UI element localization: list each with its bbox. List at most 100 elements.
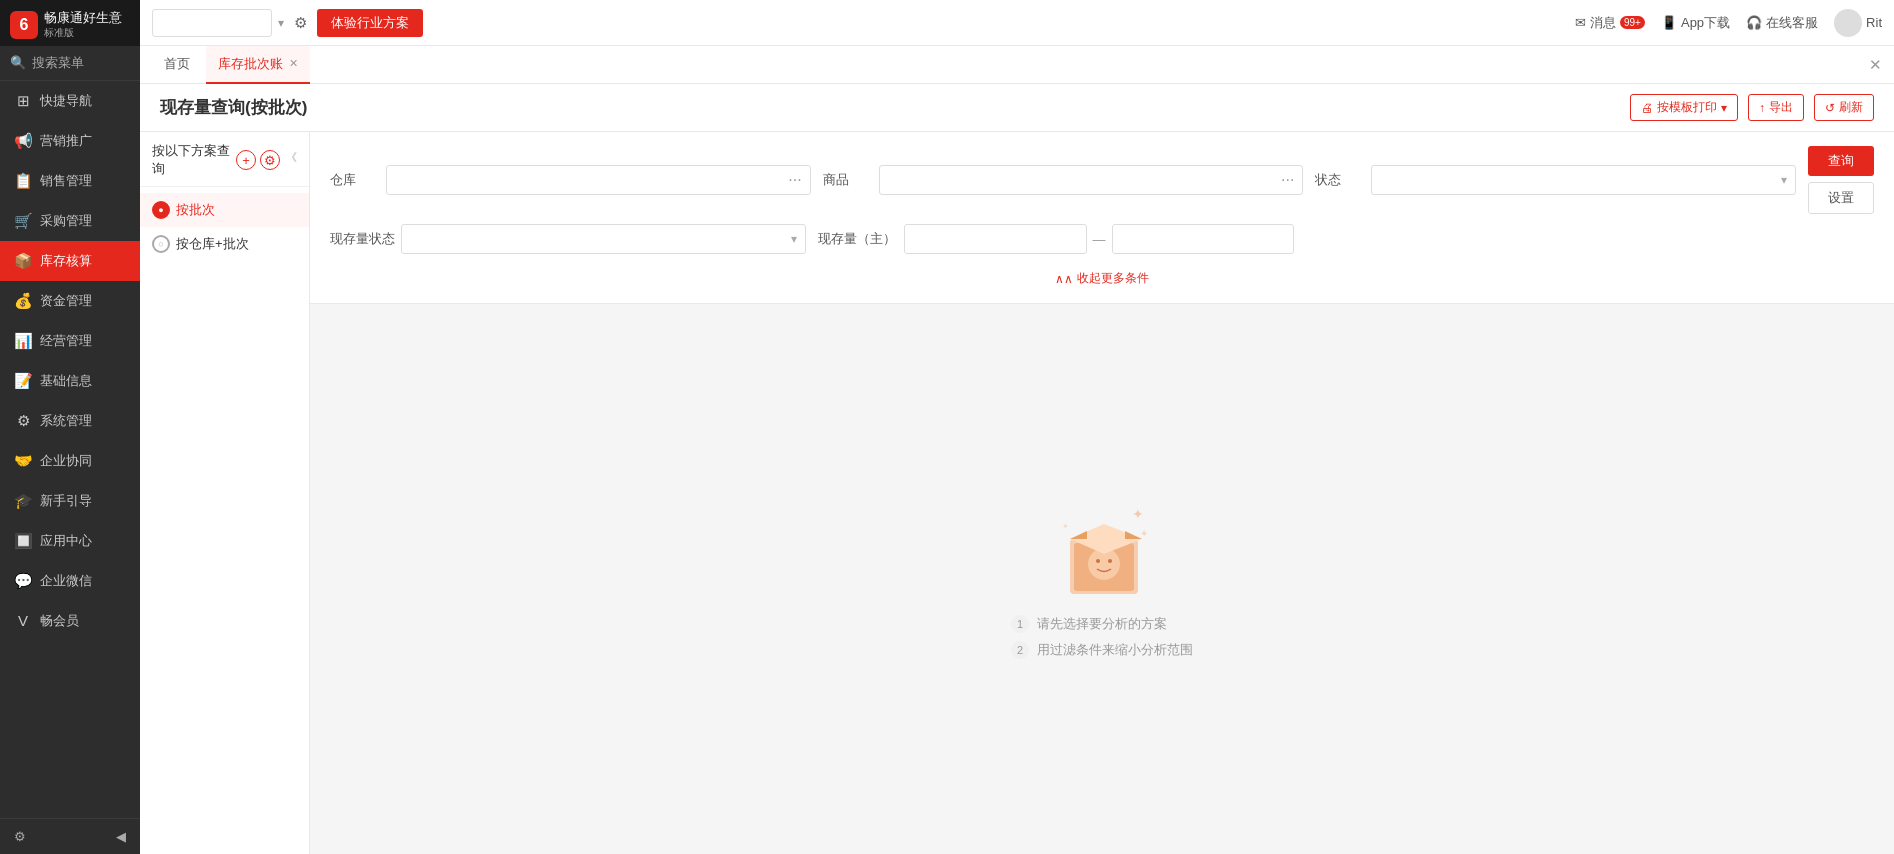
product-input[interactable]: ··· (879, 165, 1304, 195)
status-select[interactable]: ▾ (1371, 165, 1796, 195)
search-icon: 🔍 (10, 55, 26, 70)
stock-status-dropdown-icon: ▾ (791, 232, 797, 246)
nav-icon-wechat: 💬 (14, 572, 32, 590)
chevron-up-icon: ∧∧ (1055, 272, 1073, 286)
empty-state: ✦ ✦ ✦ 1 请先选择要分析的方案 2 用过滤条件来缩小分析范围 (310, 304, 1894, 854)
sidebar-footer: ⚙ ◀ (0, 818, 140, 854)
stock-qty-label: 现存量（主） (818, 230, 898, 248)
stock-qty-range: — (904, 224, 1294, 254)
app-download-group[interactable]: 📱 App下载 (1661, 14, 1730, 32)
sidebar-item-marketing[interactable]: 📢 营销推广 (0, 121, 140, 161)
filter-warehouse-field: 仓库 ··· (330, 165, 811, 195)
online-support-group[interactable]: 🎧 在线客服 (1746, 14, 1818, 32)
scheme-header-actions: + ⚙ 《 (236, 150, 297, 170)
collapse-icon[interactable]: ◀ (116, 829, 126, 844)
settings-icon[interactable]: ⚙ (14, 829, 26, 844)
empty-svg: ✦ ✦ ✦ (1052, 499, 1162, 609)
main-content: ▾ ⚙ 体验行业方案 ✉ 消息 99+ 📱 App下载 🎧 在线客服 Rit (140, 0, 1894, 854)
scheme-collapse-btn[interactable]: 《 (286, 150, 297, 170)
sidebar-item-inventory[interactable]: 📦 库存核算 (0, 241, 140, 281)
scheme-add-btn[interactable]: + (236, 150, 256, 170)
tab-inventory-batch[interactable]: 库存批次账 ✕ (206, 46, 310, 84)
sidebar-nav: ⊞ 快捷导航 📢 营销推广 📋 销售管理 🛒 采购管理 📦 库存核算 💰 资金管… (0, 81, 140, 818)
sidebar-item-quick-nav[interactable]: ⊞ 快捷导航 (0, 81, 140, 121)
sidebar-item-operations[interactable]: 📊 经营管理 (0, 321, 140, 361)
svg-text:✦: ✦ (1140, 528, 1148, 539)
sidebar-item-wechat[interactable]: 💬 企业微信 (0, 561, 140, 601)
username: Rit (1866, 15, 1882, 30)
headset-icon: 🎧 (1746, 15, 1762, 30)
template-print-btn[interactable]: 🖨 按模板打印 ▾ (1630, 94, 1738, 121)
app-company: 畅康通好生意 (44, 10, 122, 26)
topbar-right: ✉ 消息 99+ 📱 App下载 🎧 在线客服 Rit (1575, 9, 1882, 37)
topbar-search-input[interactable] (152, 9, 272, 37)
nav-icon-system: ⚙ (14, 412, 32, 430)
stock-qty-max-input[interactable] (1112, 224, 1295, 254)
nav-icon-quick: ⊞ (14, 92, 32, 110)
svg-text:✦: ✦ (1132, 506, 1144, 522)
scheme-item-by-warehouse-batch[interactable]: ○ 按仓库+批次 (140, 227, 309, 261)
refresh-btn[interactable]: ↺ 刷新 (1814, 94, 1874, 121)
nav-icon-operations: 📊 (14, 332, 32, 350)
topbar-gear-icon[interactable]: ⚙ (290, 10, 311, 36)
print-dropdown-icon[interactable]: ▾ (1721, 101, 1727, 115)
svg-text:✦: ✦ (1062, 522, 1069, 531)
svg-point-7 (1108, 559, 1112, 563)
warehouse-dots-icon[interactable]: ··· (788, 171, 801, 189)
sidebar-item-sales[interactable]: 📋 销售管理 (0, 161, 140, 201)
setting-icon: ⚙ (264, 153, 276, 168)
sidebar-item-finance[interactable]: 💰 资金管理 (0, 281, 140, 321)
collapse-conditions-btn[interactable]: ∧∧ 收起更多条件 (330, 264, 1874, 293)
sidebar-item-enterprise[interactable]: 🤝 企业协同 (0, 441, 140, 481)
stock-status-label: 现存量状态 (330, 230, 395, 248)
empty-tip-2: 2 用过滤条件来缩小分析范围 (1011, 641, 1193, 659)
topbar-dropdown-icon[interactable]: ▾ (278, 16, 284, 30)
page-close-icon[interactable]: ✕ (1869, 56, 1882, 74)
app-edition: 标准版 (44, 26, 122, 40)
nav-icon-finance: 💰 (14, 292, 32, 310)
tip-num-1: 1 (1011, 615, 1029, 633)
stock-status-select[interactable]: ▾ (401, 224, 806, 254)
right-panel-wrapper: 仓库 ··· 商品 ··· (310, 132, 1894, 854)
query-btn[interactable]: 查询 (1808, 146, 1874, 176)
sidebar-item-basic-info[interactable]: 📝 基础信息 (0, 361, 140, 401)
status-label: 状态 (1315, 171, 1365, 189)
try-industry-btn[interactable]: 体验行业方案 (317, 9, 423, 37)
tab-close-icon[interactable]: ✕ (289, 57, 298, 70)
message-icon: ✉ (1575, 15, 1586, 30)
sidebar-item-purchase[interactable]: 🛒 采购管理 (0, 201, 140, 241)
product-dots-icon[interactable]: ··· (1281, 171, 1294, 189)
warehouse-input[interactable]: ··· (386, 165, 811, 195)
topbar-left: ▾ ⚙ 体验行业方案 (152, 9, 1567, 37)
print-icon: 🖨 (1641, 101, 1653, 115)
sidebar-item-vip[interactable]: V 畅会员 (0, 601, 140, 641)
sidebar-header: 6 畅康通好生意 标准版 (0, 0, 140, 46)
warehouse-label: 仓库 (330, 171, 380, 189)
settings-btn[interactable]: 设置 (1808, 182, 1874, 214)
filter-product-field: 商品 ··· (823, 165, 1304, 195)
sidebar-item-system[interactable]: ⚙ 系统管理 (0, 401, 140, 441)
user-group[interactable]: Rit (1834, 9, 1882, 37)
export-btn[interactable]: ↑ 导出 (1748, 94, 1804, 121)
app-info: 畅康通好生意 标准版 (44, 10, 122, 40)
sidebar: 6 畅康通好生意 标准版 🔍 搜索菜单 ⊞ 快捷导航 📢 营销推广 📋 销售管理… (0, 0, 140, 854)
empty-tip-1: 1 请先选择要分析的方案 (1011, 615, 1193, 633)
app-logo: 6 (10, 11, 38, 39)
stock-qty-min-input[interactable] (904, 224, 1087, 254)
scheme-active-icon: ● (152, 201, 170, 219)
nav-icon-inventory: 📦 (14, 252, 32, 270)
filter-buttons: 查询 设置 (1808, 146, 1874, 214)
scheme-inactive-icon: ○ (152, 235, 170, 253)
nav-icon-appcenter: 🔲 (14, 532, 32, 550)
messages-group[interactable]: ✉ 消息 99+ (1575, 14, 1645, 32)
export-icon: ↑ (1759, 101, 1765, 115)
sidebar-item-newbie[interactable]: 🎓 新手引导 (0, 481, 140, 521)
tab-home[interactable]: 首页 (152, 46, 202, 84)
scheme-setting-btn[interactable]: ⚙ (260, 150, 280, 170)
page-header: 现存量查询(按批次) 🖨 按模板打印 ▾ ↑ 导出 ↺ 刷新 (140, 84, 1894, 132)
refresh-icon: ↺ (1825, 101, 1835, 115)
sidebar-search[interactable]: 🔍 搜索菜单 (0, 46, 140, 81)
scheme-item-by-batch[interactable]: ● 按批次 (140, 193, 309, 227)
sidebar-item-app-center[interactable]: 🔲 应用中心 (0, 521, 140, 561)
scheme-panel: 按以下方案查询 + ⚙ 《 ● 按批次 ○ 按仓库+批次 (140, 132, 310, 854)
